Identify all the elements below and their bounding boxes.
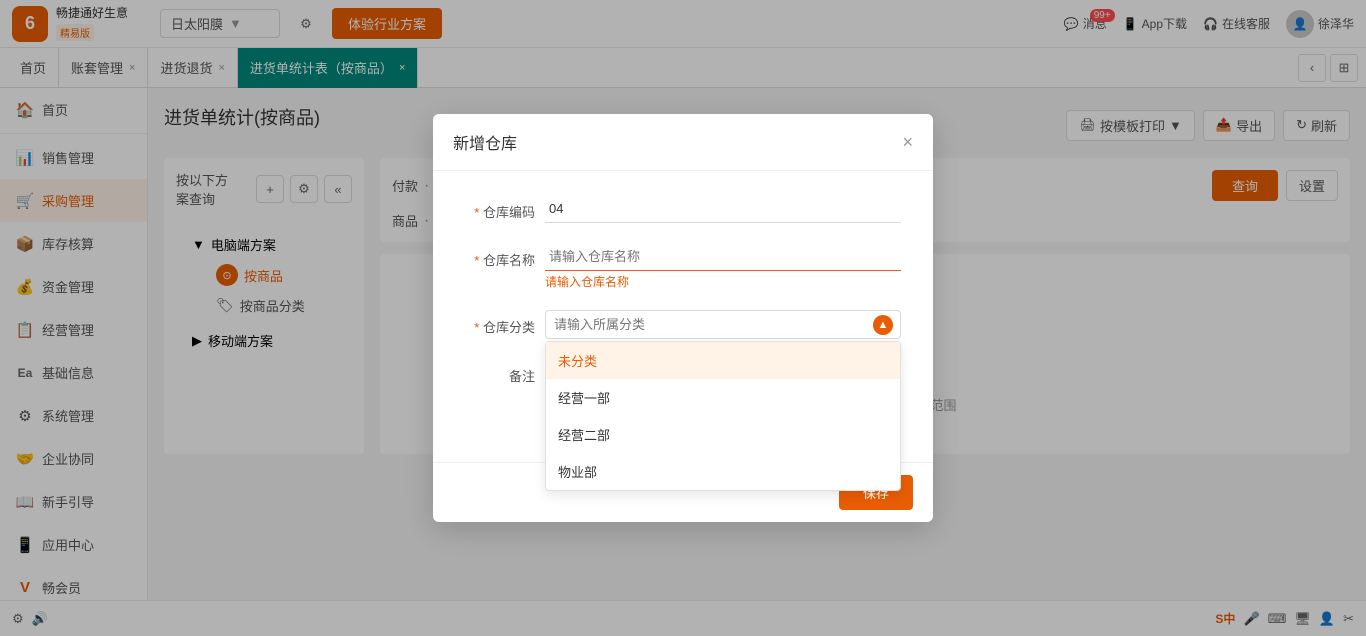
dialog-body: * 仓库编码 * 仓库名称 请输入仓库名称 [433,171,933,462]
category-field: ▲ 未分类 经营一部 经营二部 物业部 [545,310,901,339]
dropdown-option-dept1[interactable]: 经营一部 [546,379,900,416]
code-label: * 仓库编码 [465,195,545,221]
dropdown-option-property[interactable]: 物业部 [546,453,900,490]
name-label: * 仓库名称 [465,243,545,269]
new-warehouse-dialog: 新增仓库 × * 仓库编码 * 仓库名称 [433,114,933,522]
note-label: 备注 [465,359,545,385]
dropdown-option-dept2[interactable]: 经营二部 [546,416,900,453]
category-label: * 仓库分类 [465,310,545,336]
form-row-code: * 仓库编码 [465,195,901,223]
category-dropdown-arrow[interactable]: ▲ [873,315,893,335]
name-error-msg: 请输入仓库名称 [545,273,901,290]
dialog-header: 新增仓库 × [433,114,933,171]
code-input[interactable] [545,195,901,223]
code-field [545,195,901,223]
dropdown-option-unclassified[interactable]: 未分类 [546,342,900,379]
name-input[interactable] [545,243,901,271]
dialog-overlay: 新增仓库 × * 仓库编码 * 仓库名称 [0,0,1366,636]
category-input[interactable] [545,310,901,339]
form-row-name: * 仓库名称 请输入仓库名称 [465,243,901,290]
category-dropdown: 未分类 经营一部 经营二部 物业部 [545,341,901,491]
dialog-close-btn[interactable]: × [902,132,913,153]
form-row-category: * 仓库分类 ▲ 未分类 经营一部 经营二部 [465,310,901,339]
dialog-title: 新增仓库 [453,130,517,154]
name-field: 请输入仓库名称 [545,243,901,290]
